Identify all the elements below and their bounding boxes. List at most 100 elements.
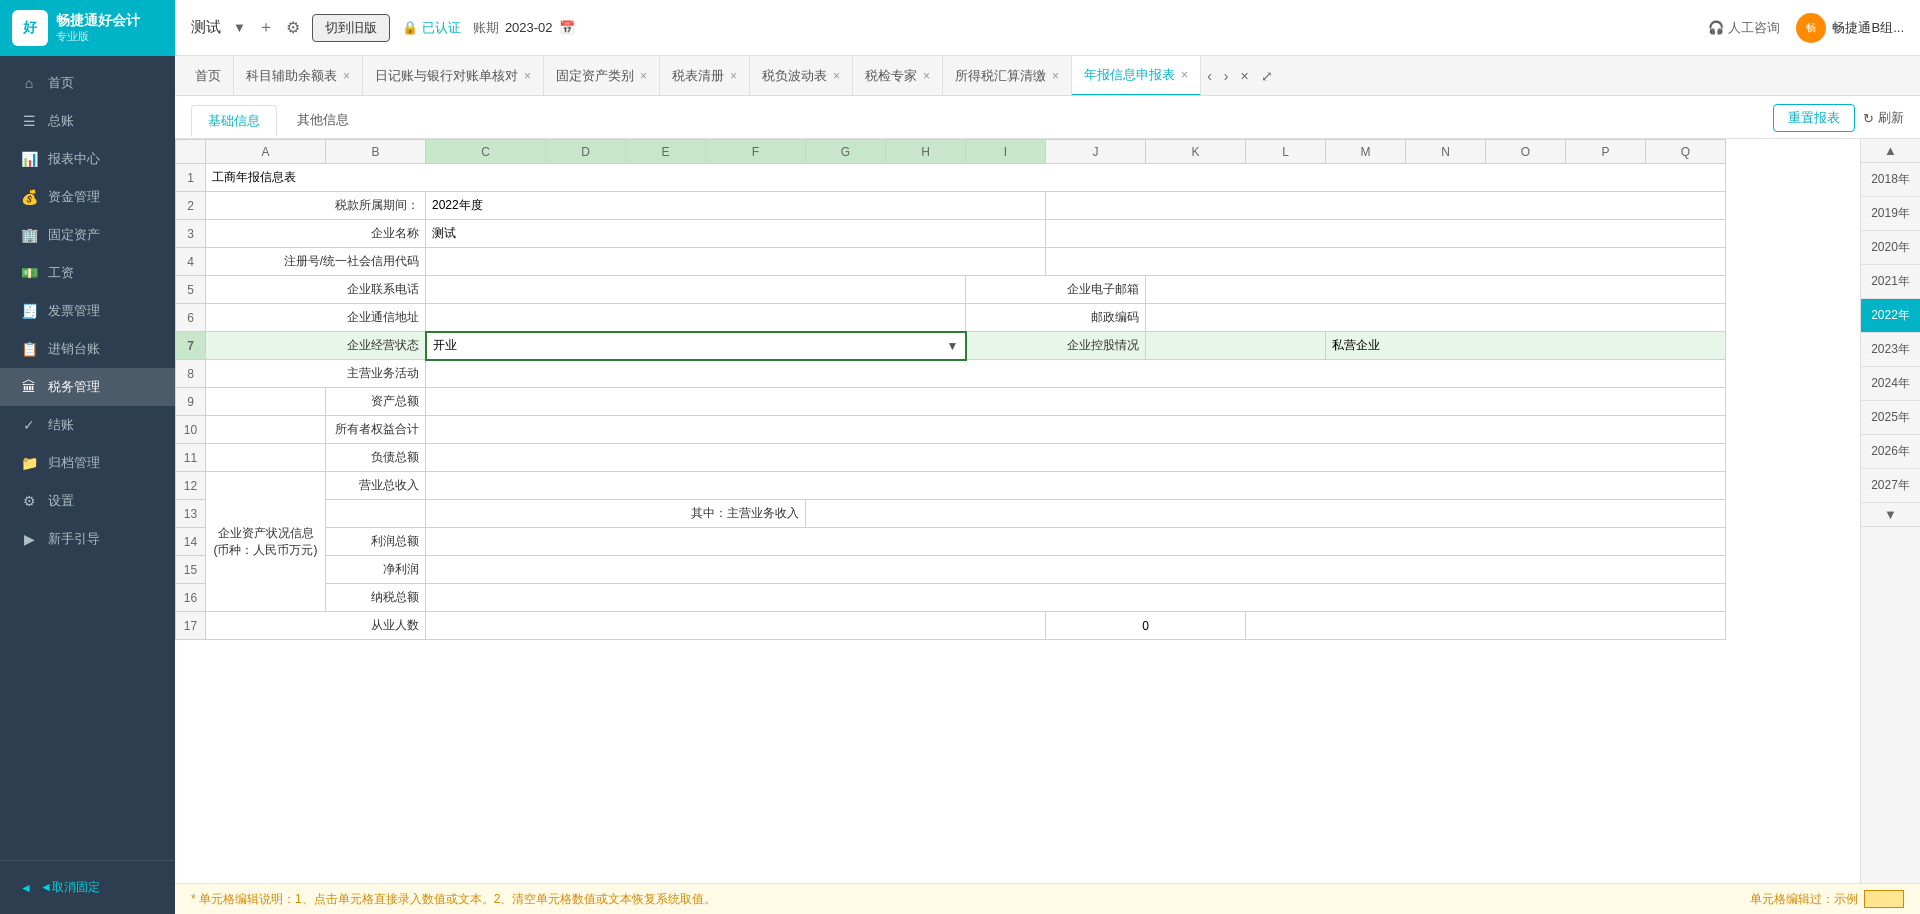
tab-tax-expert[interactable]: 税检专家 ×: [853, 56, 943, 96]
col-header-h[interactable]: H: [886, 140, 966, 164]
tab-journal-close[interactable]: ×: [524, 69, 531, 83]
sidebar-item-invoice[interactable]: 🧾 发票管理: [0, 292, 175, 330]
year-item-2023[interactable]: 2023年: [1861, 333, 1920, 367]
sidebar-item-fixed[interactable]: 🏢 固定资产: [0, 216, 175, 254]
tab-tax-expert-close[interactable]: ×: [923, 69, 930, 83]
col-header-f[interactable]: F: [706, 140, 806, 164]
tab-home[interactable]: 首页: [183, 56, 234, 96]
tab-income-tax-close[interactable]: ×: [1052, 69, 1059, 83]
row7-dropdown-cell[interactable]: 开业 ▼: [426, 332, 966, 360]
tab-nav-prev[interactable]: ‹: [1201, 68, 1218, 84]
row17-value[interactable]: 0: [1046, 612, 1246, 640]
year-item-2027[interactable]: 2027年: [1861, 469, 1920, 503]
switch-old-version-button[interactable]: 切到旧版: [312, 14, 390, 42]
tab-tax-fluctuation[interactable]: 税负波动表 ×: [750, 56, 853, 96]
year-item-2021[interactable]: 2021年: [1861, 265, 1920, 299]
sidebar-item-settings[interactable]: ⚙ 设置: [0, 482, 175, 520]
col-header-e[interactable]: E: [626, 140, 706, 164]
tab-journal[interactable]: 日记账与银行对账单核对 ×: [363, 56, 544, 96]
year-panel-up[interactable]: ▲: [1861, 139, 1920, 163]
year-panel-down[interactable]: ▼: [1861, 503, 1920, 527]
col-header-p[interactable]: P: [1566, 140, 1646, 164]
row12-value[interactable]: [426, 472, 1726, 500]
row7-right-value[interactable]: [1146, 332, 1326, 360]
col-header-a[interactable]: A: [206, 140, 326, 164]
tab-close-all-button[interactable]: ×: [1234, 68, 1254, 84]
row16-value[interactable]: [426, 584, 1726, 612]
calendar-icon[interactable]: 📅: [559, 20, 575, 35]
col-header-q[interactable]: Q: [1646, 140, 1726, 164]
consultant-button[interactable]: 🎧 人工咨询: [1708, 19, 1780, 37]
col-header-o[interactable]: O: [1486, 140, 1566, 164]
tab-income-tax[interactable]: 所得税汇算清缴 ×: [943, 56, 1072, 96]
row9-value[interactable]: [426, 388, 1726, 416]
year-item-2026[interactable]: 2026年: [1861, 435, 1920, 469]
sidebar-item-wage[interactable]: 💵 工资: [0, 254, 175, 292]
tab-tax-fluctuation-close[interactable]: ×: [833, 69, 840, 83]
col-header-m[interactable]: M: [1326, 140, 1406, 164]
sidebar-item-home[interactable]: ⌂ 首页: [0, 64, 175, 102]
row5-value[interactable]: [426, 276, 966, 304]
sidebar-item-tax[interactable]: 🏛 税务管理: [0, 368, 175, 406]
col-header-i[interactable]: I: [966, 140, 1046, 164]
row3-value[interactable]: 测试: [426, 220, 1046, 248]
tab-tax-table-close[interactable]: ×: [730, 69, 737, 83]
col-header-c[interactable]: C: [426, 140, 546, 164]
sidebar-collapse-button[interactable]: ◄ ◄取消固定: [0, 869, 175, 906]
sidebar-item-fund[interactable]: 💰 资金管理: [0, 178, 175, 216]
subtab-basic[interactable]: 基础信息: [191, 105, 277, 137]
tab-annual-report[interactable]: 年报信息申报表 ×: [1072, 56, 1201, 96]
sidebar-item-label: 归档管理: [48, 454, 100, 472]
row13-value[interactable]: [806, 500, 1726, 528]
row6-value[interactable]: [426, 304, 966, 332]
row6-right-value[interactable]: [1146, 304, 1726, 332]
sidebar-item-ledger[interactable]: ☰ 总账: [0, 102, 175, 140]
year-item-2022[interactable]: 2022年: [1861, 299, 1920, 333]
tab-fixed-asset-close[interactable]: ×: [640, 69, 647, 83]
sidebar-item-purchase[interactable]: 📋 进销台账: [0, 330, 175, 368]
tab-expand-button[interactable]: ⤢: [1255, 68, 1279, 84]
row15-value[interactable]: [426, 556, 1726, 584]
col-header-k[interactable]: K: [1146, 140, 1246, 164]
year-item-2019[interactable]: 2019年: [1861, 197, 1920, 231]
year-item-2020[interactable]: 2020年: [1861, 231, 1920, 265]
subtab-other[interactable]: 其他信息: [281, 105, 365, 137]
sidebar-item-report[interactable]: 📊 报表中心: [0, 140, 175, 178]
sidebar-item-guide[interactable]: ▶ 新手引导: [0, 520, 175, 558]
row10-value[interactable]: [426, 416, 1726, 444]
year-item-2025[interactable]: 2025年: [1861, 401, 1920, 435]
row4-value[interactable]: [426, 248, 1046, 276]
tab-nav-next[interactable]: ›: [1218, 68, 1235, 84]
tab-fixed-asset[interactable]: 固定资产类别 ×: [544, 56, 660, 96]
row11-value[interactable]: [426, 444, 1726, 472]
row2-value[interactable]: 2022年度: [426, 192, 1046, 220]
col-header-j[interactable]: J: [1046, 140, 1146, 164]
col-header-g[interactable]: G: [806, 140, 886, 164]
sidebar-item-archive[interactable]: 📁 归档管理: [0, 444, 175, 482]
subtab-left: 基础信息 其他信息: [191, 105, 365, 137]
col-header-b[interactable]: B: [326, 140, 426, 164]
tab-tax-table[interactable]: 税表清册 ×: [660, 56, 750, 96]
dropdown-arrow-icon[interactable]: ▼: [947, 339, 959, 353]
row7-private-value[interactable]: 私营企业: [1326, 332, 1726, 360]
tab-aux-close[interactable]: ×: [343, 69, 350, 83]
reset-report-button[interactable]: 重置报表: [1773, 104, 1855, 132]
year-item-2024[interactable]: 2024年: [1861, 367, 1920, 401]
tab-aux[interactable]: 科目辅助余额表 ×: [234, 56, 363, 96]
col-header-d[interactable]: D: [546, 140, 626, 164]
col-header-n[interactable]: N: [1406, 140, 1486, 164]
spreadsheet-inner[interactable]: A B C D E F G H I J K L: [175, 139, 1860, 883]
tab-annual-report-close[interactable]: ×: [1181, 68, 1188, 82]
row14-value[interactable]: [426, 528, 1726, 556]
row8-value[interactable]: [426, 360, 1726, 388]
refresh-button[interactable]: ↻ 刷新: [1863, 104, 1904, 132]
user-menu[interactable]: 畅 畅捷通B组...: [1796, 13, 1904, 43]
col-header-l[interactable]: L: [1246, 140, 1326, 164]
sheet-title-cell[interactable]: 工商年报信息表: [206, 164, 1726, 192]
topbar-settings-button[interactable]: ⚙: [286, 18, 300, 37]
topbar-add-button[interactable]: ＋: [258, 17, 274, 38]
row5-right-value[interactable]: [1146, 276, 1726, 304]
topbar-dropdown-icon[interactable]: ▼: [233, 20, 246, 35]
sidebar-item-checkout[interactable]: ✓ 结账: [0, 406, 175, 444]
year-item-2018[interactable]: 2018年: [1861, 163, 1920, 197]
